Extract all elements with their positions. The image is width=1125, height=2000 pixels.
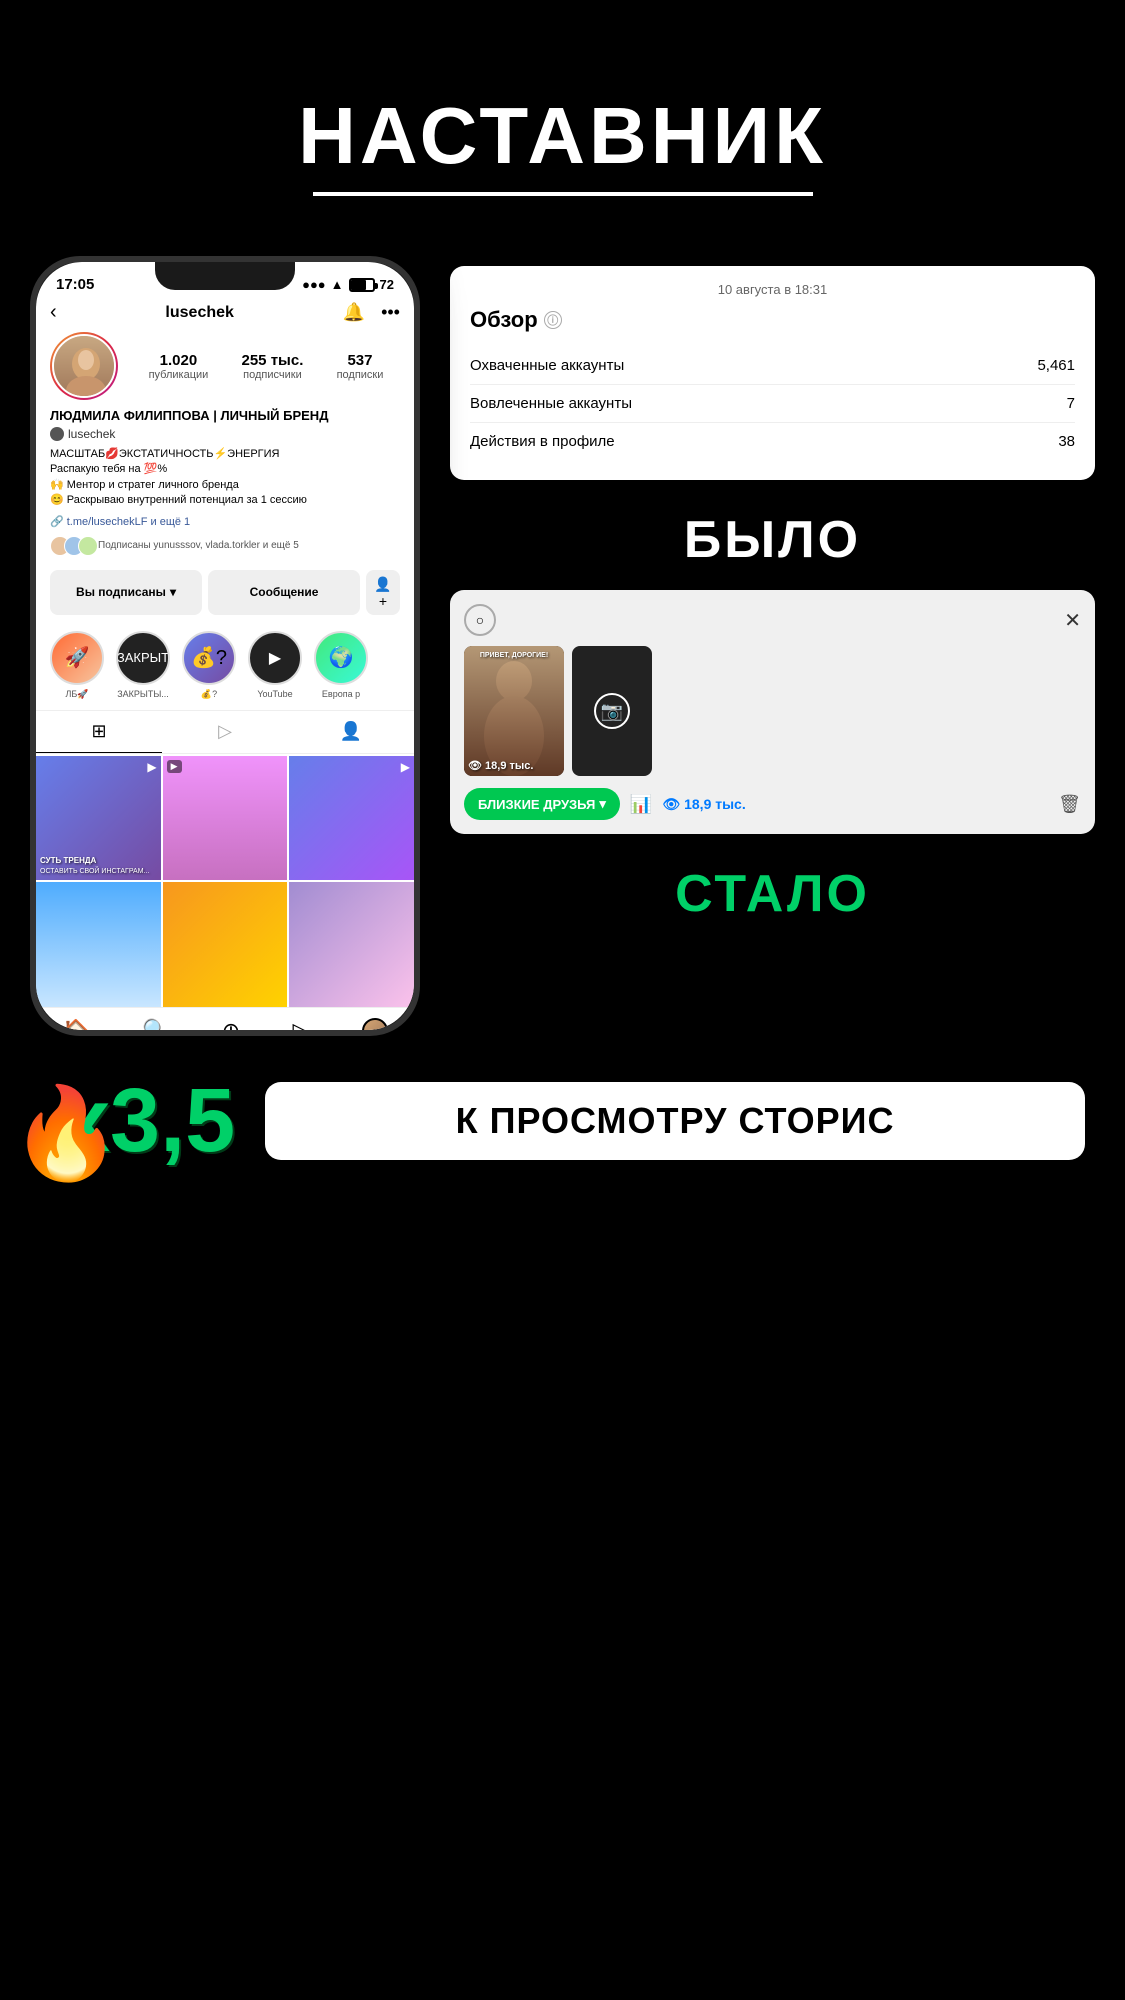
story-close-button[interactable]: ✕ — [1064, 608, 1081, 633]
info-icon[interactable]: ⓘ — [544, 311, 562, 329]
ig-username: lusechek — [165, 304, 233, 322]
nav-profile-avatar[interactable] — [362, 1018, 388, 1030]
story-card: ○ ✕ ПРИВЕТ, ДОРОГИЕ! 👁 18,9 тыс. — [450, 590, 1095, 834]
highlight-youtube[interactable]: ▶ YouTube — [248, 631, 302, 700]
stats-card: 10 августа в 18:31 Обзор ⓘ Охваченные ак… — [450, 266, 1095, 480]
message-button[interactable]: Сообщение — [208, 570, 360, 615]
grid-item-1[interactable]: СУТЬ ТРЕНДАОСТАВИТЬ СВОЙ ИНСТАГРАМ... ▶ — [36, 756, 161, 881]
tab-tagged[interactable]: 👤 — [288, 711, 414, 753]
cta-box: К ПРОСМОТРУ СТОРИС — [265, 1082, 1085, 1160]
mutual-avatar-3 — [78, 536, 98, 556]
grid-item-4[interactable] — [36, 882, 161, 1007]
grid-item-3[interactable]: ▶ — [289, 756, 414, 881]
stats-card-date: 10 августа в 18:31 — [470, 282, 1075, 297]
play-icon-3: ▶ — [401, 760, 410, 774]
nav-search-icon[interactable]: 🔍 — [142, 1018, 169, 1030]
tab-reels[interactable]: ▷ — [162, 711, 288, 753]
followers-label: подписчики — [242, 369, 304, 381]
phone-mockup: 17:05 ●●● ▲ 72 ‹ lusechek 🔔 ••• — [30, 256, 420, 1036]
reel-badge: ▶ — [167, 760, 182, 773]
nav-home-icon[interactable]: 🏠 — [62, 1018, 89, 1030]
nav-reels-icon[interactable]: ▷ — [293, 1018, 310, 1030]
nav-add-icon[interactable]: ⊕ — [222, 1018, 240, 1030]
highlight-europa[interactable]: 🌍 Европа р — [314, 631, 368, 700]
posts-count: 1.020 — [149, 352, 209, 369]
signal-icon: ●●● — [302, 277, 326, 292]
followers-count: 255 тыс. — [242, 352, 304, 369]
bio-link[interactable]: 🔗 t.me/lusechekLF и ещё 1 — [50, 515, 400, 528]
page-title: НАСТАВНИК — [0, 0, 1125, 192]
profile-name: ЛЮДМИЛА ФИЛИППОВА | ЛИЧНЫЙ БРЕНД — [50, 408, 400, 423]
posts-label: публикации — [149, 369, 209, 381]
play-icon-1: ▶ — [147, 760, 156, 774]
stat-row-engaged: Вовлеченные аккаунты 7 — [470, 385, 1075, 423]
stat-label-actions: Действия в профиле — [470, 433, 615, 450]
highlight-emoji[interactable]: 💰? 💰? — [182, 631, 236, 700]
close-friends-button[interactable]: БЛИЗКИЕ ДРУЗЬЯ ▾ — [464, 788, 620, 820]
handle-badge-icon — [50, 427, 64, 441]
stats-card-title-text: Обзор — [470, 307, 538, 333]
battery-pct: 72 — [380, 277, 394, 292]
follow-button[interactable]: Вы подписаны ▾ — [50, 570, 202, 615]
tab-grid[interactable]: ⊞ — [36, 711, 162, 753]
stat-value-engaged: 7 — [1067, 395, 1075, 412]
bell-icon[interactable]: 🔔 — [343, 302, 365, 323]
title-underline — [313, 192, 813, 196]
chart-icon[interactable]: 📊 — [630, 794, 652, 815]
eye-icon: 👁 — [662, 796, 680, 813]
highlight-lb[interactable]: 🚀 ЛБ🚀 — [50, 631, 104, 700]
add-person-button[interactable]: 👤+ — [366, 570, 400, 615]
following-label: подписки — [337, 369, 384, 381]
story-thumb-camera[interactable]: 📷 — [572, 646, 652, 776]
trash-icon[interactable]: 🗑 — [1058, 794, 1081, 815]
mutual-text: Подписаны yunusssov, vlada.torkler и ещё… — [98, 540, 299, 551]
fire-emoji: 🔥 — [10, 1081, 122, 1186]
photo-grid: СУТЬ ТРЕНДАОСТАВИТЬ СВОЙ ИНСТАГРАМ... ▶ … — [36, 756, 414, 1007]
more-icon[interactable]: ••• — [381, 302, 400, 323]
stalo-label: СТАЛО — [450, 864, 1095, 924]
bio-line4: 😊 Раскрываю внутренний потенциал за 1 се… — [50, 493, 400, 508]
grid-item-5[interactable] — [163, 882, 288, 1007]
following-count: 537 — [337, 352, 384, 369]
avatar[interactable] — [50, 332, 118, 400]
story-thumbnail: ПРИВЕТ, ДОРОГИЕ! 👁 18,9 тыс. — [464, 646, 564, 776]
wifi-icon: ▲ — [331, 277, 344, 292]
stat-label-engaged: Вовлеченные аккаунты — [470, 395, 632, 412]
stat-row-actions: Действия в профиле 38 — [470, 423, 1075, 460]
back-icon[interactable]: ‹ — [50, 301, 57, 324]
story-circle-icon: ○ — [464, 604, 496, 636]
grid-item-6[interactable] — [289, 882, 414, 1007]
stat-value-reached: 5,461 — [1037, 357, 1075, 374]
story-thumb-count: 👁 18,9 тыс. — [468, 759, 533, 772]
status-time: 17:05 — [56, 276, 94, 293]
bio-line2: Распакую тебя на 💯% — [50, 462, 400, 477]
grid-item-2[interactable]: ▶ — [163, 756, 288, 881]
stat-label-reached: Охваченные аккаунты — [470, 357, 624, 374]
stat-value-actions: 38 — [1058, 433, 1075, 450]
camera-icon: 📷 — [594, 693, 630, 729]
handle-text: lusechek — [68, 427, 115, 441]
stat-row-reached: Охваченные аккаунты 5,461 — [470, 347, 1075, 385]
story-views: 👁 18,9 тыс. — [662, 796, 745, 813]
bio-line3: 🙌 Ментор и стратег личного бренда — [50, 478, 400, 493]
bylo-label: БЫЛО — [450, 510, 1095, 570]
highlight-closed[interactable]: ЗАКРЫТ ЗАКРЫТЫ... — [116, 631, 170, 700]
bio-line1: МАСШТАБ💋ЭКСТАТИЧНОСТЬ⚡ЭНЕРГИЯ — [50, 447, 400, 462]
